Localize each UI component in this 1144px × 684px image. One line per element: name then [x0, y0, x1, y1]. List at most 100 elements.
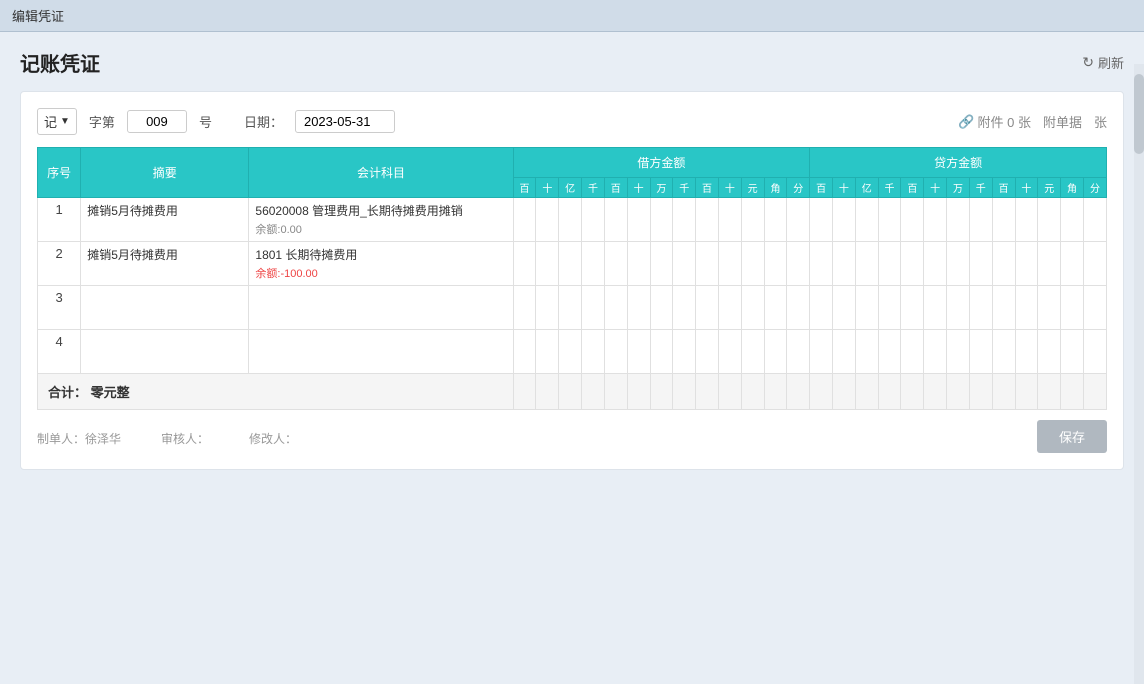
row4-summary[interactable]	[81, 330, 249, 374]
r2-c10[interactable]	[1015, 242, 1038, 286]
r2-d10[interactable]	[718, 242, 741, 286]
scrollbar-track[interactable]	[1134, 64, 1144, 684]
r3-d5[interactable]	[604, 286, 627, 330]
r4-c4[interactable]	[878, 330, 901, 374]
voucher-number-input[interactable]	[127, 110, 187, 133]
r4-d13[interactable]	[787, 330, 810, 374]
r3-c8[interactable]	[969, 286, 992, 330]
r4-c12[interactable]	[1061, 330, 1084, 374]
r4-d9[interactable]	[696, 330, 719, 374]
r4-d4[interactable]	[582, 330, 605, 374]
r2-d5[interactable]	[604, 242, 627, 286]
r4-d11[interactable]	[741, 330, 764, 374]
r2-c8[interactable]	[969, 242, 992, 286]
r3-c9[interactable]	[992, 286, 1015, 330]
r1-d10[interactable]	[718, 198, 741, 242]
r2-c12[interactable]	[1061, 242, 1084, 286]
r1-d6[interactable]	[627, 198, 650, 242]
r4-c13[interactable]	[1083, 330, 1106, 374]
r1-c9[interactable]	[992, 198, 1015, 242]
r1-d1[interactable]	[513, 198, 536, 242]
r1-c2[interactable]	[833, 198, 856, 242]
fudanju-button[interactable]: 附单据	[1043, 112, 1082, 131]
r1-c6[interactable]	[924, 198, 947, 242]
r4-c11[interactable]	[1038, 330, 1061, 374]
r2-c4[interactable]	[878, 242, 901, 286]
r3-d4[interactable]	[582, 286, 605, 330]
r4-d1[interactable]	[513, 330, 536, 374]
row3-summary[interactable]	[81, 286, 249, 330]
r1-d11[interactable]	[741, 198, 764, 242]
r3-d10[interactable]	[718, 286, 741, 330]
r4-c2[interactable]	[833, 330, 856, 374]
r4-c10[interactable]	[1015, 330, 1038, 374]
r1-c11[interactable]	[1038, 198, 1061, 242]
row1-account[interactable]: 56020008 管理费用_长期待摊费用摊销 余额:0.00	[249, 198, 513, 242]
r3-d7[interactable]	[650, 286, 673, 330]
r3-d6[interactable]	[627, 286, 650, 330]
r1-d4[interactable]	[582, 198, 605, 242]
refresh-button[interactable]: ↻ 刷新	[1082, 53, 1124, 72]
r1-d12[interactable]	[764, 198, 787, 242]
r1-c10[interactable]	[1015, 198, 1038, 242]
r2-d4[interactable]	[582, 242, 605, 286]
r2-c1[interactable]	[810, 242, 833, 286]
r4-d2[interactable]	[536, 330, 559, 374]
attachment-button[interactable]: 🔗 附件 0 张	[958, 112, 1031, 131]
r2-d9[interactable]	[696, 242, 719, 286]
scrollbar-thumb[interactable]	[1134, 74, 1144, 154]
r3-d3[interactable]	[559, 286, 582, 330]
r3-c6[interactable]	[924, 286, 947, 330]
row4-account[interactable]	[249, 330, 513, 374]
r3-c4[interactable]	[878, 286, 901, 330]
r1-d9[interactable]	[696, 198, 719, 242]
r4-c7[interactable]	[947, 330, 970, 374]
r3-d13[interactable]	[787, 286, 810, 330]
r3-d12[interactable]	[764, 286, 787, 330]
r1-c13[interactable]	[1083, 198, 1106, 242]
r4-d12[interactable]	[764, 330, 787, 374]
save-button[interactable]: 保存	[1037, 420, 1107, 453]
r2-c3[interactable]	[855, 242, 878, 286]
r2-c7[interactable]	[947, 242, 970, 286]
r4-d8[interactable]	[673, 330, 696, 374]
r1-d5[interactable]	[604, 198, 627, 242]
r2-d7[interactable]	[650, 242, 673, 286]
r1-d3[interactable]	[559, 198, 582, 242]
r4-d3[interactable]	[559, 330, 582, 374]
row1-summary[interactable]: 摊销5月待摊费用	[81, 198, 249, 242]
r1-d2[interactable]	[536, 198, 559, 242]
r2-d2[interactable]	[536, 242, 559, 286]
r2-d13[interactable]	[787, 242, 810, 286]
r1-d13[interactable]	[787, 198, 810, 242]
r4-d5[interactable]	[604, 330, 627, 374]
r2-d3[interactable]	[559, 242, 582, 286]
r1-c4[interactable]	[878, 198, 901, 242]
r3-c12[interactable]	[1061, 286, 1084, 330]
r1-c3[interactable]	[855, 198, 878, 242]
r1-d7[interactable]	[650, 198, 673, 242]
r1-c5[interactable]	[901, 198, 924, 242]
r2-d6[interactable]	[627, 242, 650, 286]
r3-d9[interactable]	[696, 286, 719, 330]
r1-c12[interactable]	[1061, 198, 1084, 242]
r1-c8[interactable]	[969, 198, 992, 242]
r4-c6[interactable]	[924, 330, 947, 374]
r2-d12[interactable]	[764, 242, 787, 286]
r3-c2[interactable]	[833, 286, 856, 330]
r2-d11[interactable]	[741, 242, 764, 286]
ji-select[interactable]: 记 ▼	[37, 108, 77, 135]
r3-d8[interactable]	[673, 286, 696, 330]
r3-c13[interactable]	[1083, 286, 1106, 330]
r2-d8[interactable]	[673, 242, 696, 286]
r2-c11[interactable]	[1038, 242, 1061, 286]
r4-c5[interactable]	[901, 330, 924, 374]
r2-d1[interactable]	[513, 242, 536, 286]
r1-c7[interactable]	[947, 198, 970, 242]
row2-summary[interactable]: 摊销5月待摊费用	[81, 242, 249, 286]
r3-c10[interactable]	[1015, 286, 1038, 330]
r3-d2[interactable]	[536, 286, 559, 330]
r3-c3[interactable]	[855, 286, 878, 330]
r4-d6[interactable]	[627, 330, 650, 374]
r4-c3[interactable]	[855, 330, 878, 374]
